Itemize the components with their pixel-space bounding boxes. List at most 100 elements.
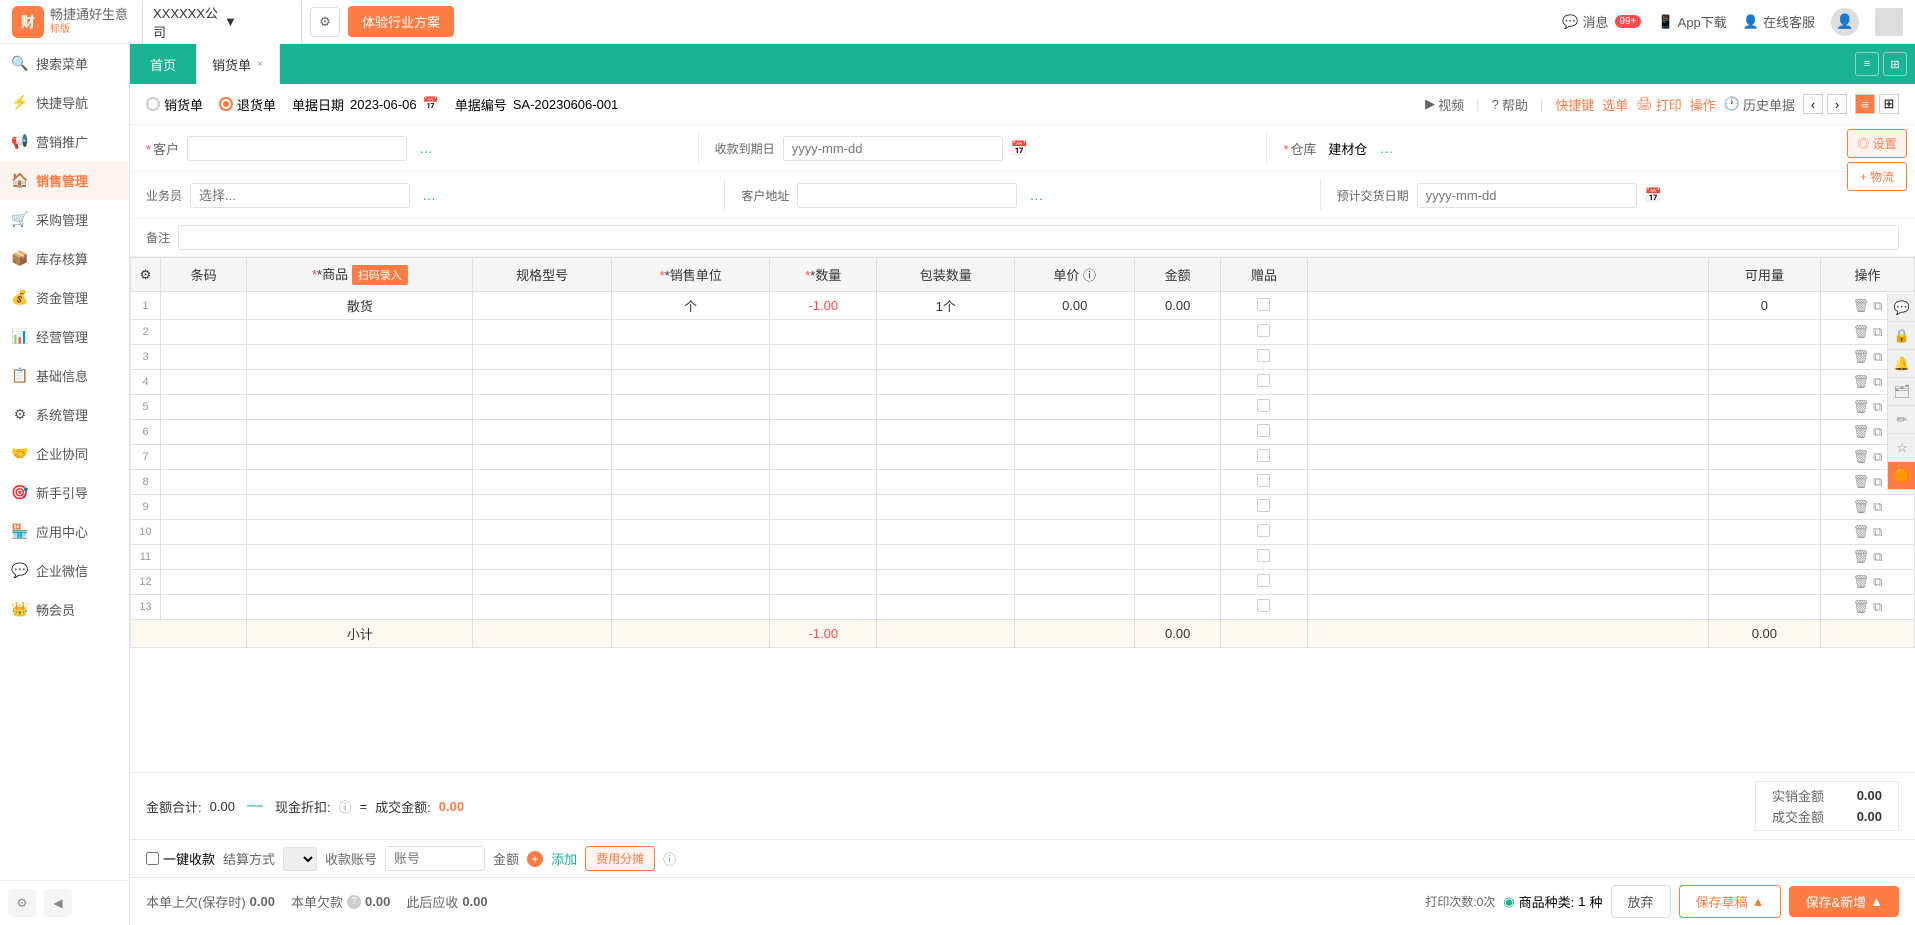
row-copy-btn[interactable]: ⧉ (1873, 549, 1882, 565)
credit-help-icon[interactable]: ? (347, 895, 361, 909)
trial-button[interactable]: 体验行业方案 (348, 6, 454, 37)
float-lock-btn[interactable]: 🔒 (1888, 322, 1915, 350)
float-docs-btn[interactable]: 🗂 (1888, 378, 1915, 406)
sidebar-item-weixin[interactable]: 💬 企业微信 (0, 551, 129, 590)
add-amount-btn[interactable]: + (527, 851, 543, 867)
expense-help-icon[interactable]: ⓘ (663, 849, 676, 868)
customer-input[interactable] (187, 136, 407, 161)
operations-btn[interactable]: 操作 (1690, 95, 1716, 114)
settings-button[interactable]: ◎ 设置 (1847, 129, 1907, 158)
scan-btn[interactable]: 扫码录入 (352, 265, 408, 285)
sidebar-item-cooperation[interactable]: 🤝 企业协同 (0, 434, 129, 473)
address-select-btn[interactable]: … (1029, 187, 1043, 203)
row-delete-btn[interactable]: 🗑 (1853, 324, 1870, 340)
filter-btn[interactable]: 选单 (1602, 95, 1628, 114)
sidebar-item-search[interactable]: 🔍 搜索菜单 (0, 44, 129, 83)
app-download-button[interactable]: 📱 App下载 (1657, 12, 1726, 31)
help-btn[interactable]: ? 帮助 (1492, 95, 1528, 114)
row-delete-btn[interactable]: 🗑 (1853, 549, 1870, 565)
row-copy-btn[interactable]: ⧉ (1873, 524, 1882, 540)
row-delete-btn[interactable]: 🗑 (1853, 499, 1870, 515)
delivery-date-input[interactable] (1417, 183, 1637, 208)
account-input[interactable] (385, 846, 485, 871)
sidebar-item-inventory[interactable]: 📦 库存核算 (0, 239, 129, 278)
row-copy-btn[interactable]: ⧉ (1873, 474, 1882, 490)
collect-date-input[interactable] (783, 136, 1003, 161)
float-chat-btn[interactable]: 💬 (1888, 294, 1915, 322)
save-new-button[interactable]: 保存&新增 ▲ (1789, 886, 1899, 917)
row-copy-btn[interactable]: ⧉ (1873, 499, 1882, 515)
salesperson-input[interactable] (190, 183, 410, 208)
row-copy-btn[interactable]: ⧉ (1873, 449, 1882, 465)
row-copy-btn[interactable]: ⧉ (1873, 399, 1882, 415)
row-copy-btn[interactable]: ⧉ (1873, 374, 1882, 390)
sidebar-item-member[interactable]: 👑 畅会员 (0, 590, 129, 629)
customer-address-input[interactable] (797, 183, 1017, 208)
remark-input[interactable] (178, 225, 1899, 250)
float-notify-btn[interactable]: 🔔 (1888, 350, 1915, 378)
one-click-pay-checkbox[interactable] (146, 852, 159, 865)
row-delete-btn[interactable]: 🗑 (1853, 349, 1870, 365)
tab-grid-view-btn[interactable]: ⊞ (1883, 52, 1907, 76)
radio-return-order[interactable]: 退货单 (219, 95, 276, 114)
row-delete-btn[interactable]: 🗑 (1853, 374, 1870, 390)
sidebar-item-system[interactable]: ⚙ 系统管理 (0, 395, 129, 434)
calc-method-select[interactable] (283, 847, 317, 871)
sidebar-settings-btn[interactable]: ⚙ (8, 889, 36, 917)
row-delete-btn[interactable]: 🗑 (1853, 424, 1870, 440)
row-copy-btn[interactable]: ⧉ (1873, 324, 1882, 340)
tab-list-view-btn[interactable]: ≡ (1855, 52, 1879, 76)
delivery-date-calendar-icon[interactable]: 📅 (1645, 187, 1662, 204)
message-button[interactable]: 💬 消息 99+ (1562, 12, 1641, 31)
nav-prev-btn[interactable]: ‹ (1803, 94, 1823, 114)
row-copy-btn[interactable]: ⧉ (1873, 424, 1882, 440)
calendar-icon[interactable]: 📅 (423, 96, 439, 112)
save-draft-button[interactable]: 保存草稿 ▲ (1679, 885, 1782, 918)
radio-sales-order[interactable]: 销货单 (146, 95, 203, 114)
logistics-button[interactable]: + 物流 (1847, 162, 1907, 191)
row-delete-btn[interactable]: 🗑 (1853, 574, 1870, 590)
sidebar-item-app-center[interactable]: 🏪 应用中心 (0, 512, 129, 551)
salesperson-select-btn[interactable]: … (422, 187, 436, 203)
sidebar-collapse-btn[interactable]: ◀ (44, 889, 72, 917)
row-copy-btn[interactable]: ⧉ (1873, 599, 1882, 615)
nav-next-btn[interactable]: › (1827, 94, 1847, 114)
online-service-button[interactable]: 👤 在线客服 (1743, 12, 1815, 31)
row-copy-btn[interactable]: ⧉ (1873, 349, 1882, 365)
company-selector[interactable]: XXXXXX公司 ▼ (142, 0, 302, 46)
row-delete-btn[interactable]: 🗑 (1853, 474, 1870, 490)
shortcut-btn[interactable]: 快捷键 (1555, 95, 1594, 114)
list-view-btn[interactable]: ≡ (1855, 94, 1875, 114)
abandon-button[interactable]: 放弃 (1611, 885, 1671, 918)
tab-sales-order[interactable]: 销货单 × (196, 44, 280, 84)
sidebar-item-management[interactable]: 📊 经营管理 (0, 317, 129, 356)
history-btn[interactable]: 🕐 历史单据 (1724, 95, 1795, 114)
sidebar-item-finance[interactable]: 💰 资金管理 (0, 278, 129, 317)
cash-discount-help-icon[interactable]: ⓘ (339, 797, 352, 816)
warehouse-select-btn[interactable]: … (1379, 140, 1393, 156)
expense-btn[interactable]: 费用分摊 (585, 846, 655, 871)
sidebar-item-sales[interactable]: 🏠 销售管理 (0, 161, 129, 200)
table-view-btn[interactable]: ⊞ (1879, 94, 1899, 114)
sidebar-item-quick-nav[interactable]: ⚡ 快捷导航 (0, 83, 129, 122)
row-copy-btn[interactable]: ⧉ (1873, 298, 1882, 314)
print-btn[interactable]: 🖨 打印 (1636, 95, 1682, 114)
sidebar-item-basic-info[interactable]: 📋 基础信息 (0, 356, 129, 395)
sidebar-item-purchase[interactable]: 🛒 采购管理 (0, 200, 129, 239)
sidebar-item-marketing[interactable]: 📢 营销推广 (0, 122, 129, 161)
row-delete-btn[interactable]: 🗑 (1853, 449, 1870, 465)
row-delete-btn[interactable]: 🗑 (1853, 524, 1870, 540)
tab-close-icon[interactable]: × (257, 59, 263, 70)
sidebar-item-guide[interactable]: 🎯 新手引导 (0, 473, 129, 512)
float-star-btn[interactable]: ☆ (1888, 434, 1915, 462)
th-settings[interactable]: ⚙ (131, 258, 161, 292)
customer-select-btn[interactable]: … (419, 140, 433, 156)
row-delete-btn[interactable]: 🗑 (1853, 599, 1870, 615)
float-scan-btn[interactable]: 🟠 (1888, 462, 1915, 490)
avatar[interactable]: 👤 (1831, 8, 1859, 36)
video-btn[interactable]: ▶ 视频 (1425, 95, 1464, 114)
settings-icon[interactable]: ⚙ (310, 7, 340, 37)
product-type-radio[interactable]: ◉ (1503, 894, 1514, 910)
collect-date-calendar-icon[interactable]: 📅 (1011, 140, 1028, 157)
row-delete-btn[interactable]: 🗑 (1853, 399, 1870, 415)
